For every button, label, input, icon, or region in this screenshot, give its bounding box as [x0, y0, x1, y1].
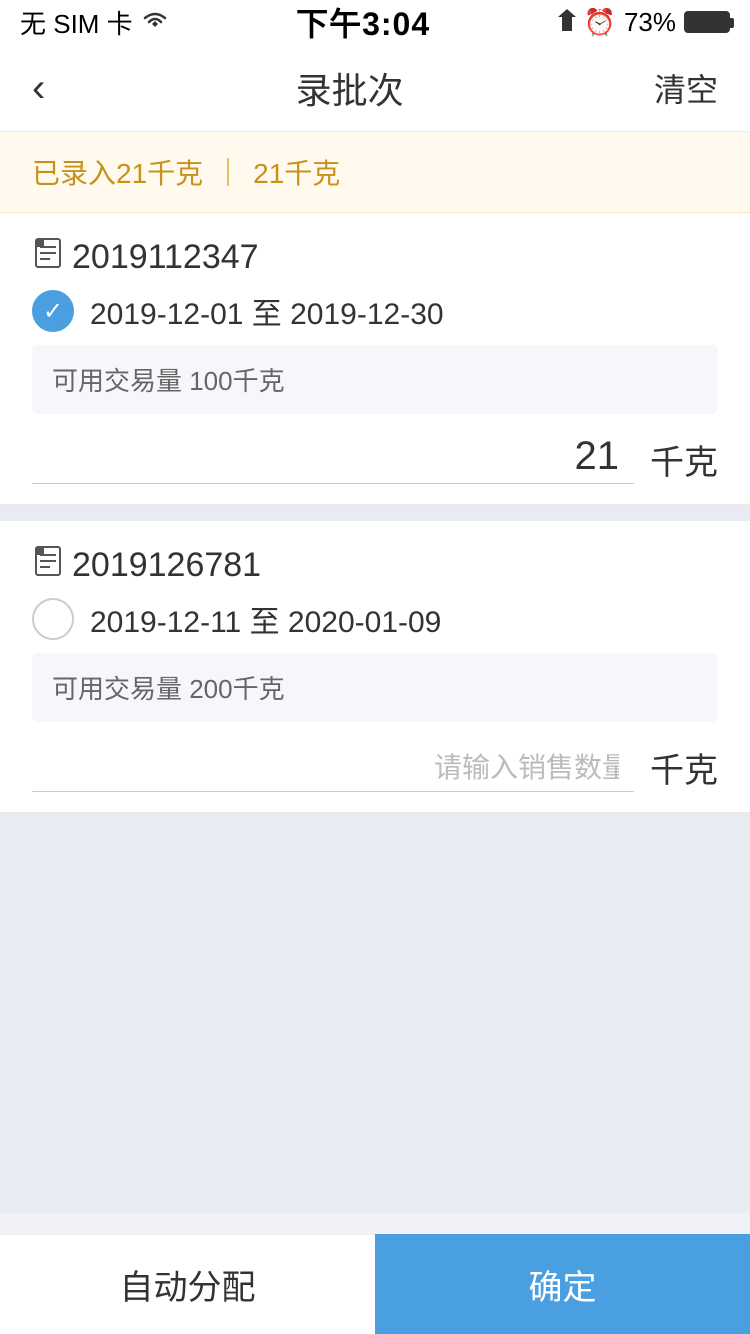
batch-radio-1[interactable]: ✓	[32, 290, 74, 332]
status-left: 无 SIM 卡	[20, 4, 169, 41]
batch-header-1: 2019112347	[0, 213, 750, 285]
batch-date-2: 2019-12-11 至 2020-01-09	[90, 597, 441, 641]
auto-distribute-button[interactable]: 自动分配	[0, 1234, 375, 1334]
wifi-icon	[141, 7, 169, 38]
no-sim-text: 无 SIM 卡	[20, 4, 133, 41]
batch-avail-1: 可用交易量 100千克	[32, 345, 718, 414]
batch-card-2: 2019126781 2019-12-11 至 2020-01-09 可用交易量…	[0, 521, 750, 813]
confirm-button[interactable]: 确定	[375, 1234, 750, 1334]
nav-bar: ‹ 录批次 清空	[0, 44, 750, 132]
summary-divider	[227, 158, 229, 186]
batch-date-row-2[interactable]: 2019-12-11 至 2020-01-09	[0, 593, 750, 653]
status-bar: 无 SIM 卡 下午3:04 ⏰ 73%	[0, 0, 750, 44]
quantity-input-2[interactable]	[434, 742, 634, 787]
batch-date-row-1[interactable]: ✓ 2019-12-01 至 2019-12-30	[0, 285, 750, 345]
input-container-1	[32, 434, 634, 484]
batch-card-1: 2019112347 ✓ 2019-12-01 至 2019-12-30 可用交…	[0, 213, 750, 505]
batch-number-1: 2019112347	[72, 238, 259, 277]
quantity-input-1[interactable]	[434, 434, 634, 479]
status-right: ⏰ 73%	[558, 7, 730, 38]
unit-label-1: 千克	[650, 435, 718, 484]
summary-recorded-label: 已录入21千克	[32, 152, 203, 192]
batch-radio-2[interactable]	[32, 598, 74, 640]
check-icon-1: ✓	[43, 297, 63, 326]
bottom-buttons: 自动分配 确定	[0, 1234, 750, 1334]
unit-label-2: 千克	[650, 743, 718, 792]
clear-button[interactable]: 清空	[654, 65, 718, 111]
status-time: 下午3:04	[296, 0, 430, 45]
batch-doc-icon-1	[32, 237, 64, 277]
back-button[interactable]: ‹	[32, 68, 45, 108]
batch-avail-2: 可用交易量 200千克	[32, 653, 718, 722]
battery-icon	[684, 11, 730, 33]
batch-number-2: 2019126781	[72, 546, 261, 585]
input-row-2: 千克	[0, 722, 750, 813]
page-title: 录批次	[296, 62, 404, 114]
summary-value: 21千克	[253, 152, 340, 192]
batch-date-1: 2019-12-01 至 2019-12-30	[90, 289, 444, 333]
battery-percent: 73%	[624, 7, 676, 38]
bottom-area	[0, 813, 750, 1213]
batch-header-2: 2019126781	[0, 521, 750, 593]
input-container-2	[32, 742, 634, 792]
card-divider	[0, 505, 750, 521]
input-row-1: 千克	[0, 414, 750, 505]
alarm-icon: ⏰	[584, 7, 616, 38]
summary-bar: 已录入21千克 21千克	[0, 132, 750, 213]
batch-doc-icon-2	[32, 545, 64, 585]
location-icon	[558, 7, 576, 38]
